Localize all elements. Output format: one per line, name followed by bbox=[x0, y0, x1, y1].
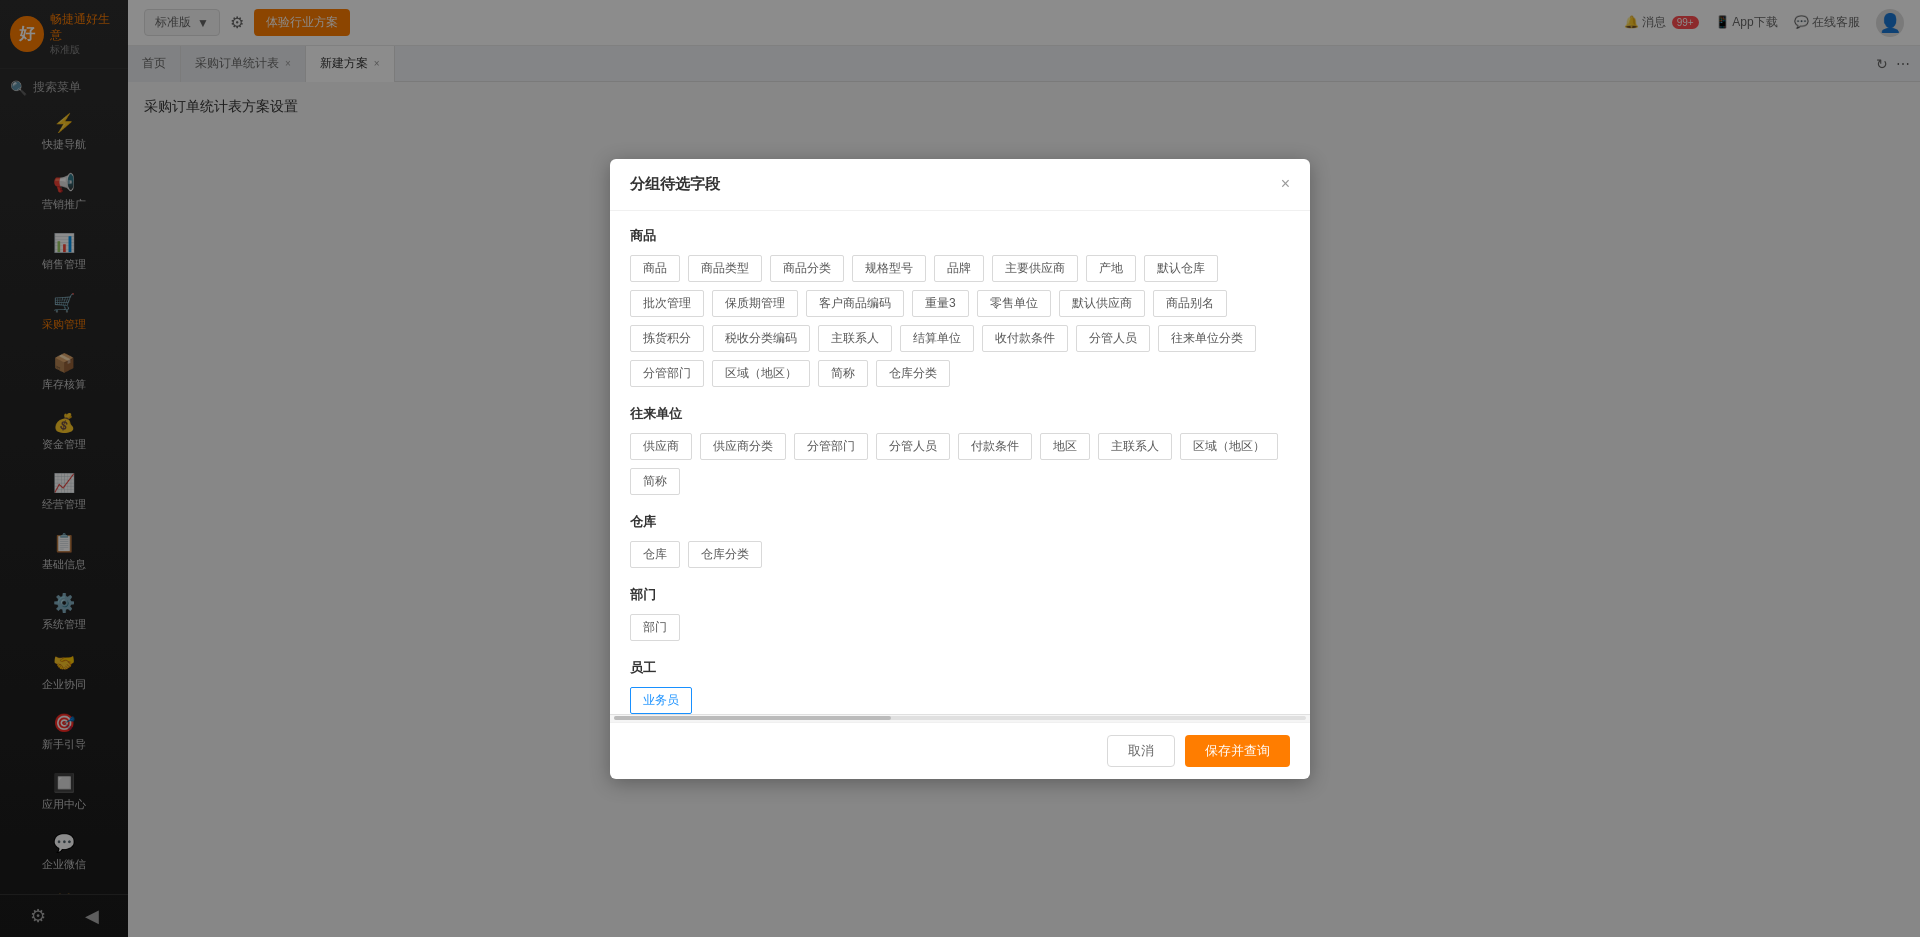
field-tag-warehouse[interactable]: 仓库 bbox=[630, 541, 680, 568]
partner-field-tags: 供应商 供应商分类 分管部门 分管人员 付款条件 地区 主联系人 区域（地区） … bbox=[630, 433, 1290, 495]
field-tag-origin[interactable]: 产地 bbox=[1086, 255, 1136, 282]
section-department: 部门 部门 bbox=[630, 586, 1290, 641]
section-warehouse: 仓库 仓库 仓库分类 bbox=[630, 513, 1290, 568]
field-tag-salesperson[interactable]: 业务员 bbox=[630, 687, 692, 714]
field-tag-customer-code[interactable]: 客户商品编码 bbox=[806, 290, 904, 317]
field-tag-area[interactable]: 地区 bbox=[1040, 433, 1090, 460]
field-tag-supplier-category[interactable]: 供应商分类 bbox=[700, 433, 786, 460]
modal-header: 分组待选字段 × bbox=[610, 159, 1310, 211]
field-tag-payment-cond[interactable]: 付款条件 bbox=[958, 433, 1032, 460]
field-tag-default-warehouse[interactable]: 默认仓库 bbox=[1144, 255, 1218, 282]
section-department-title: 部门 bbox=[630, 586, 1290, 604]
goods-field-tags: 商品 商品类型 商品分类 规格型号 品牌 主要供应商 产地 默认仓库 批次管理 … bbox=[630, 255, 1290, 387]
modal-close-button[interactable]: × bbox=[1281, 175, 1290, 193]
field-tag-tax-code[interactable]: 税收分类编码 bbox=[712, 325, 810, 352]
section-employee-title: 员工 bbox=[630, 659, 1290, 677]
warehouse-field-tags: 仓库 仓库分类 bbox=[630, 541, 1290, 568]
section-warehouse-title: 仓库 bbox=[630, 513, 1290, 531]
field-tag-payment-terms[interactable]: 收付款条件 bbox=[982, 325, 1068, 352]
employee-field-tags: 业务员 bbox=[630, 687, 1290, 714]
field-tag-goods-alias[interactable]: 商品别名 bbox=[1153, 290, 1227, 317]
hscroll-track bbox=[614, 716, 1306, 720]
hscroll-thumb bbox=[614, 716, 891, 720]
field-tag-goods[interactable]: 商品 bbox=[630, 255, 680, 282]
field-tag-pick-points[interactable]: 拣货积分 bbox=[630, 325, 704, 352]
field-tag-spec[interactable]: 规格型号 bbox=[852, 255, 926, 282]
confirm-button[interactable]: 保存并查询 bbox=[1185, 735, 1290, 767]
modal-footer: 取消 保存并查询 bbox=[610, 722, 1310, 779]
section-partner: 往来单位 供应商 供应商分类 分管部门 分管人员 付款条件 地区 主联系人 区域… bbox=[630, 405, 1290, 495]
section-employee: 员工 业务员 bbox=[630, 659, 1290, 714]
field-tag-weight3[interactable]: 重量3 bbox=[912, 290, 969, 317]
section-goods-title: 商品 bbox=[630, 227, 1290, 245]
field-tag-partner-manager[interactable]: 分管人员 bbox=[876, 433, 950, 460]
department-field-tags: 部门 bbox=[630, 614, 1290, 641]
field-tag-manage-dept[interactable]: 分管部门 bbox=[630, 360, 704, 387]
field-tag-partner-short-name[interactable]: 简称 bbox=[630, 468, 680, 495]
field-tag-goods-type[interactable]: 商品类型 bbox=[688, 255, 762, 282]
modal-horizontal-scrollbar[interactable] bbox=[610, 714, 1310, 722]
field-tag-department[interactable]: 部门 bbox=[630, 614, 680, 641]
field-tag-brand[interactable]: 品牌 bbox=[934, 255, 984, 282]
field-tag-partner-main-contact[interactable]: 主联系人 bbox=[1098, 433, 1172, 460]
field-tag-expiry-mgmt[interactable]: 保质期管理 bbox=[712, 290, 798, 317]
field-tag-partner-dept[interactable]: 分管部门 bbox=[794, 433, 868, 460]
cancel-button[interactable]: 取消 bbox=[1107, 735, 1175, 767]
section-goods: 商品 商品 商品类型 商品分类 规格型号 品牌 主要供应商 产地 默认仓库 批次… bbox=[630, 227, 1290, 387]
field-tag-main-supplier[interactable]: 主要供应商 bbox=[992, 255, 1078, 282]
field-tag-batch-mgmt[interactable]: 批次管理 bbox=[630, 290, 704, 317]
field-tag-default-supplier[interactable]: 默认供应商 bbox=[1059, 290, 1145, 317]
field-tag-warehouse-category[interactable]: 仓库分类 bbox=[876, 360, 950, 387]
field-tag-retail-unit[interactable]: 零售单位 bbox=[977, 290, 1051, 317]
field-tag-short-name[interactable]: 简称 bbox=[818, 360, 868, 387]
field-select-modal: 分组待选字段 × 商品 商品 商品类型 商品分类 规格型号 品牌 主要供应商 产… bbox=[610, 159, 1310, 779]
modal-title: 分组待选字段 bbox=[630, 175, 720, 194]
field-tag-manager[interactable]: 分管人员 bbox=[1076, 325, 1150, 352]
field-tag-partner-category[interactable]: 往来单位分类 bbox=[1158, 325, 1256, 352]
field-tag-region[interactable]: 区域（地区） bbox=[712, 360, 810, 387]
modal-body: 商品 商品 商品类型 商品分类 规格型号 品牌 主要供应商 产地 默认仓库 批次… bbox=[610, 211, 1310, 714]
field-tag-main-contact[interactable]: 主联系人 bbox=[818, 325, 892, 352]
field-tag-supplier[interactable]: 供应商 bbox=[630, 433, 692, 460]
field-tag-partner-region[interactable]: 区域（地区） bbox=[1180, 433, 1278, 460]
field-tag-goods-category[interactable]: 商品分类 bbox=[770, 255, 844, 282]
field-tag-settle-unit[interactable]: 结算单位 bbox=[900, 325, 974, 352]
section-partner-title: 往来单位 bbox=[630, 405, 1290, 423]
field-tag-warehouse-cat[interactable]: 仓库分类 bbox=[688, 541, 762, 568]
